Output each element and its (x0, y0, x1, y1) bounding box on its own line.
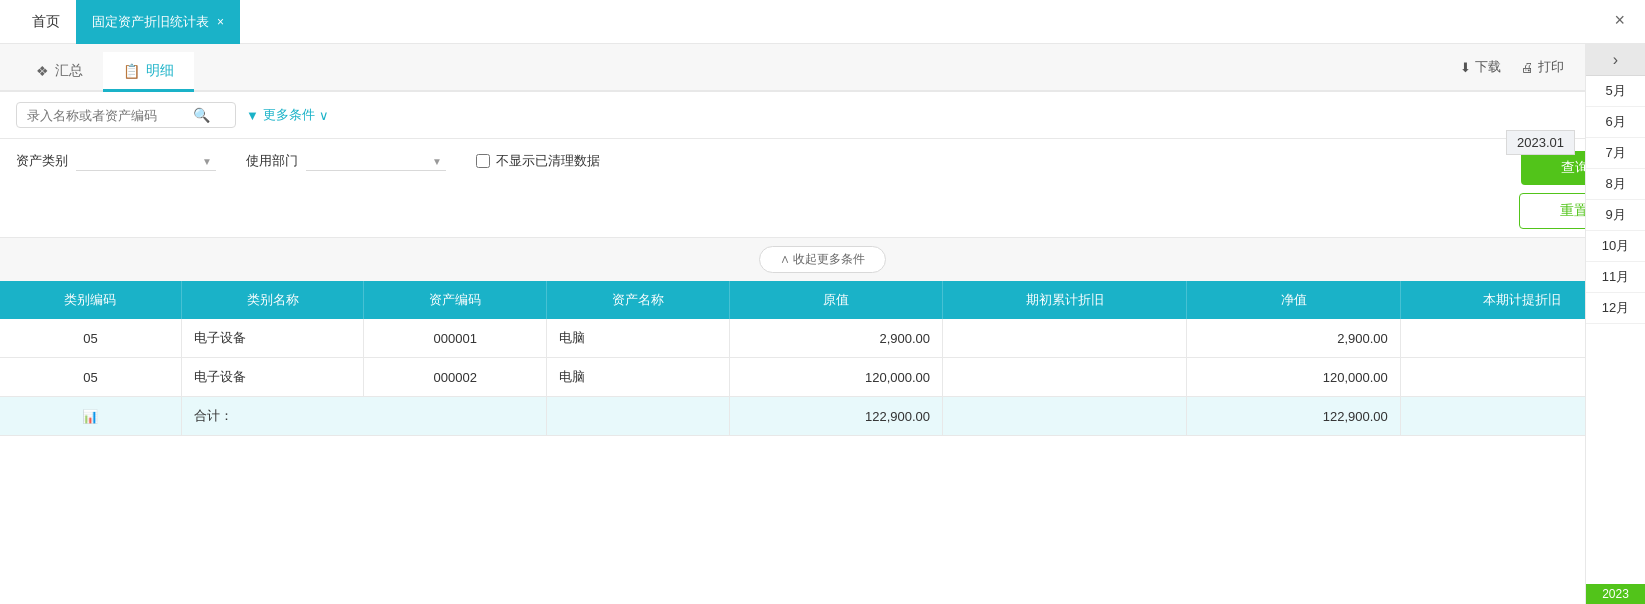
table-total-row: 📊 合计： 122,900.00 122,900.00 (0, 397, 1645, 436)
col-header-net-value: 净值 (1187, 281, 1401, 319)
print-icon: 🖨 (1521, 60, 1534, 75)
cell-category-name: 电子设备 (181, 358, 364, 397)
month-item-10[interactable]: 10月 (1586, 231, 1645, 262)
nav-tab-label: 固定资产折旧统计表 (92, 13, 209, 31)
month-item-7[interactable]: 7月 (1586, 138, 1645, 169)
no-cleared-label: 不显示已清理数据 (496, 152, 600, 170)
cell-original-value: 2,900.00 (729, 319, 943, 358)
department-label: 使用部门 (246, 152, 298, 170)
asset-category-filter: 资产类别 ▼ (16, 151, 216, 171)
search-input-wrap: 🔍 (16, 102, 236, 128)
table-row: 05 电子设备 000002 电脑 120,000.00 120,000.00 (0, 358, 1645, 397)
month-item-12[interactable]: 12月 (1586, 293, 1645, 324)
total-icon-cell: 📊 (0, 397, 181, 436)
department-filter: 使用部门 ▼ (246, 151, 446, 171)
total-empty-1 (546, 397, 729, 436)
col-header-asset-name: 资产名称 (546, 281, 729, 319)
cell-asset-code: 000001 (364, 319, 547, 358)
window-close-button[interactable]: × (1614, 10, 1625, 31)
data-table: 类别编码 类别名称 资产编码 资产名称 原值 期初累计折旧 净值 本期计提折旧 … (0, 281, 1645, 436)
nav-tab-fixed-assets[interactable]: 固定资产折旧统计表 × (76, 0, 240, 44)
main-content: ❖ 汇总 📋 明细 ⬇ 下载 🖨 打印 ↻ 刷新 🔍 (0, 44, 1645, 604)
search-icon: 🔍 (193, 107, 210, 123)
cell-accumulated-depreciation (943, 319, 1187, 358)
tab-summary-label: 汇总 (55, 62, 83, 80)
month-item-5[interactable]: 5月 (1586, 76, 1645, 107)
data-table-wrap: 类别编码 类别名称 资产编码 资产名称 原值 期初累计折旧 净值 本期计提折旧 … (0, 281, 1645, 604)
sub-tabs-bar: ❖ 汇总 📋 明细 ⬇ 下载 🖨 打印 ↻ 刷新 (0, 44, 1645, 92)
cell-net-value: 2,900.00 (1187, 319, 1401, 358)
month-item-11[interactable]: 11月 (1586, 262, 1645, 293)
asset-category-select[interactable] (76, 151, 216, 171)
date-display: 2023.01 (1506, 130, 1575, 155)
filter-icon: ▼ (246, 108, 259, 123)
tab-detail-label: 明细 (146, 62, 174, 80)
more-conditions-label: 更多条件 (263, 106, 315, 124)
total-label: 合计： (181, 397, 546, 436)
asset-category-label: 资产类别 (16, 152, 68, 170)
print-label: 打印 (1538, 58, 1564, 76)
collapse-bar[interactable]: ∧ 收起更多条件 (0, 238, 1645, 281)
download-icon: ⬇ (1460, 60, 1471, 75)
no-cleared-checkbox[interactable] (476, 154, 490, 168)
year-badge[interactable]: 2023 (1586, 584, 1645, 604)
cell-category-code: 05 (0, 358, 181, 397)
top-nav: 首页 固定资产折旧统计表 × × (0, 0, 1645, 44)
cell-category-name: 电子设备 (181, 319, 364, 358)
collapse-button[interactable]: ∧ 收起更多条件 (759, 246, 886, 273)
col-header-accumulated-depreciation: 期初累计折旧 (943, 281, 1187, 319)
cell-net-value: 120,000.00 (1187, 358, 1401, 397)
detail-icon: 📋 (123, 63, 140, 79)
tab-detail[interactable]: 📋 明细 (103, 52, 194, 92)
no-cleared-filter[interactable]: 不显示已清理数据 (476, 152, 600, 170)
cell-category-code: 05 (0, 319, 181, 358)
cell-asset-name: 电脑 (546, 319, 729, 358)
month-item-9[interactable]: 9月 (1586, 200, 1645, 231)
cell-asset-name: 电脑 (546, 358, 729, 397)
month-item-6[interactable]: 6月 (1586, 107, 1645, 138)
col-header-category-name: 类别名称 (181, 281, 364, 319)
department-select[interactable] (306, 151, 446, 171)
filter-section: 资产类别 ▼ 使用部门 ▼ (0, 139, 1645, 238)
cell-asset-code: 000002 (364, 358, 547, 397)
download-button[interactable]: ⬇ 下载 (1460, 58, 1501, 76)
cell-original-value: 120,000.00 (729, 358, 943, 397)
nav-home[interactable]: 首页 (16, 0, 76, 44)
total-original-value: 122,900.00 (729, 397, 943, 436)
collapse-label: ∧ 收起更多条件 (780, 251, 865, 268)
search-input[interactable] (27, 108, 187, 123)
table-header-row: 类别编码 类别名称 资产编码 资产名称 原值 期初累计折旧 净值 本期计提折旧 (0, 281, 1645, 319)
cell-accumulated-depreciation (943, 358, 1187, 397)
search-bar: 🔍 ▼ 更多条件 ∨ 2023.01 (0, 92, 1645, 139)
nav-tab-close-icon[interactable]: × (217, 15, 224, 29)
month-item-8[interactable]: 8月 (1586, 169, 1645, 200)
print-button[interactable]: 🖨 打印 (1521, 58, 1564, 76)
table-row: 05 电子设备 000001 电脑 2,900.00 2,900.00 (0, 319, 1645, 358)
col-header-original-value: 原值 (729, 281, 943, 319)
total-accumulated-depreciation (943, 397, 1187, 436)
right-panel: › 5月 6月 7月 8月 9月 10月 11月 12月 2023 (1585, 44, 1645, 604)
more-conditions-button[interactable]: ▼ 更多条件 ∨ (246, 106, 329, 124)
summary-icon: ❖ (36, 63, 49, 79)
chevron-down-icon: ∨ (319, 108, 329, 123)
tab-summary[interactable]: ❖ 汇总 (16, 52, 103, 92)
filter-row-1: 资产类别 ▼ 使用部门 ▼ (16, 151, 600, 171)
right-panel-expand-arrow[interactable]: › (1586, 44, 1645, 76)
total-net-value: 122,900.00 (1187, 397, 1401, 436)
col-header-asset-code: 资产编码 (364, 281, 547, 319)
col-header-category-code: 类别编码 (0, 281, 181, 319)
download-label: 下载 (1475, 58, 1501, 76)
